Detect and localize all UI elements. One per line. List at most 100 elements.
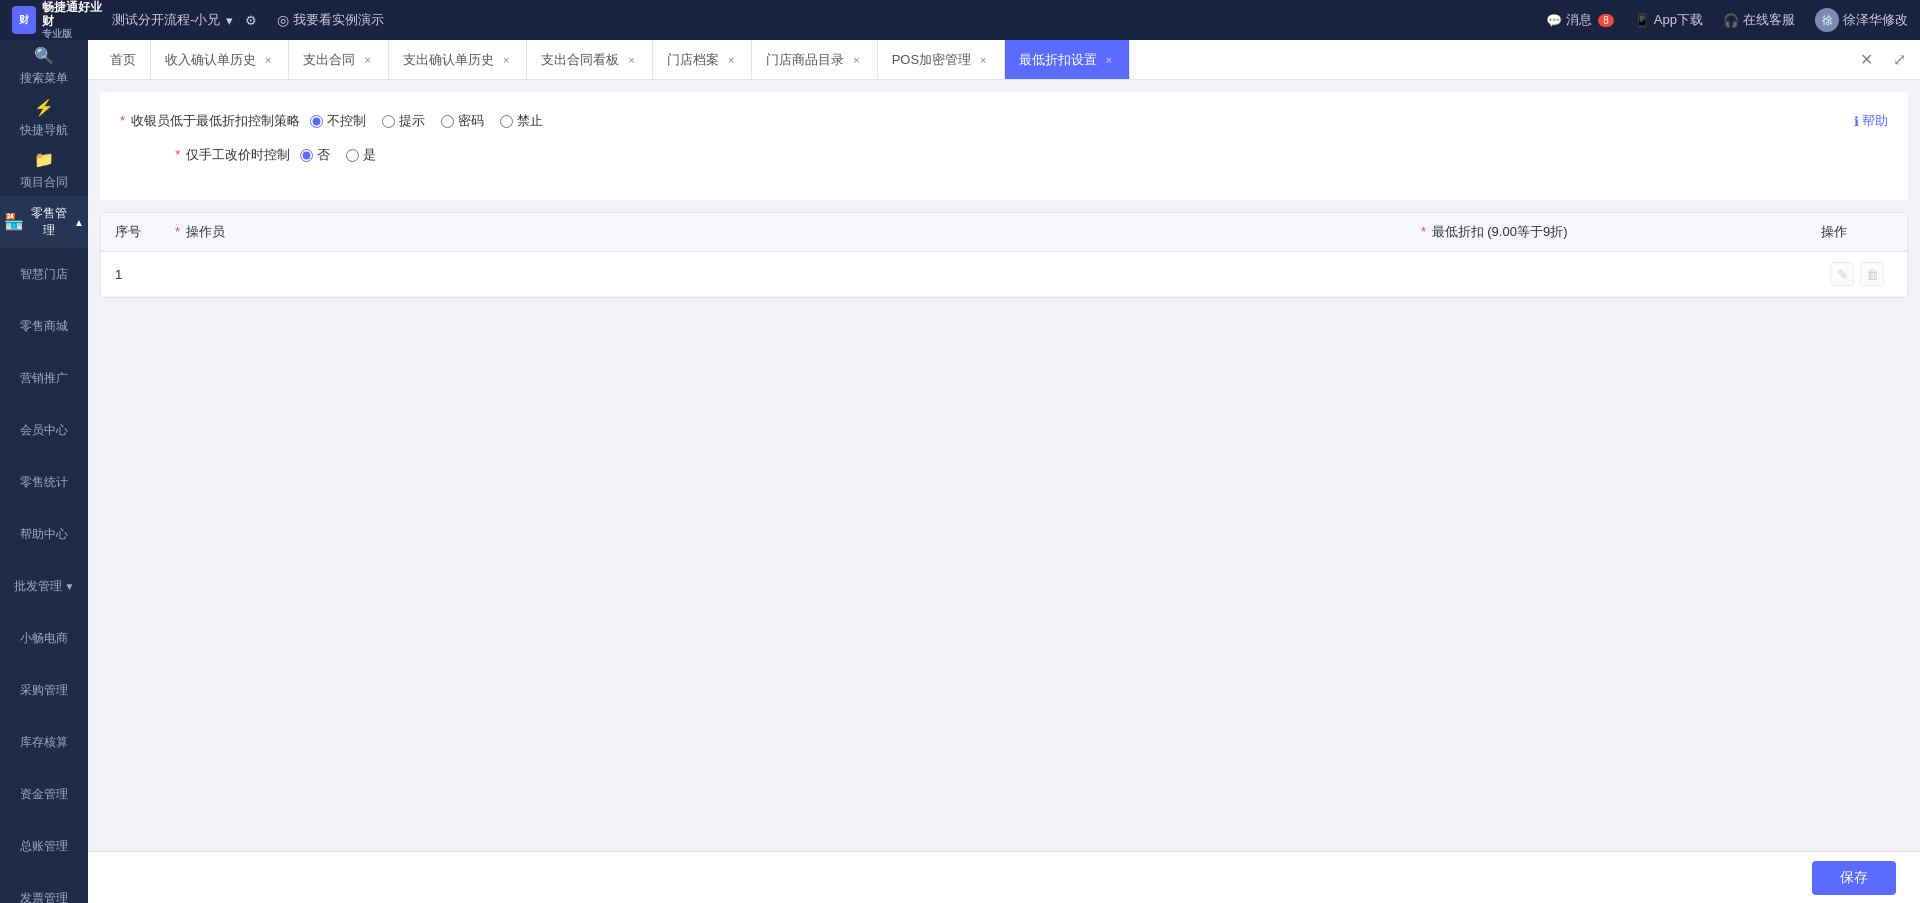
manual-price-row: * 仅手工改价时控制 否 是 <box>120 146 1888 164</box>
sidebar-item-label: 批发管理 <box>14 578 62 595</box>
sidebar-item-marketing[interactable]: 营销推广 <box>0 352 88 404</box>
radio-password-input[interactable] <box>441 115 454 128</box>
tab-store-file-label: 门店档案 <box>667 51 719 69</box>
support-icon: 🎧 <box>1723 13 1739 28</box>
tab-min-discount-close[interactable]: × <box>1103 53 1115 67</box>
radio-yes-label: 是 <box>363 146 376 164</box>
radio-no-control[interactable]: 不控制 <box>310 112 366 130</box>
tab-store-catalog-close[interactable]: × <box>850 53 862 67</box>
tab-store-catalog-label: 门店商品目录 <box>766 51 844 69</box>
bottom-bar: 保存 <box>88 851 1920 903</box>
sidebar-item-label: 营销推广 <box>20 370 68 387</box>
sidebar-item-nav[interactable]: ⚡ 快捷导航 <box>0 92 88 144</box>
sidebar-item-label: 发票管理 <box>20 890 68 904</box>
discount-table: 序号 * 操作员 * 最低折扣 (9.00等于9折) 操作 1 <box>101 213 1907 297</box>
sidebar-item-inventory[interactable]: 库存核算 <box>0 716 88 768</box>
col-discount-header: * 最低折扣 (9.00等于9折) <box>1407 213 1807 252</box>
avatar: 徐 <box>1815 8 1839 32</box>
sidebar: 🔍 搜索菜单 ⚡ 快捷导航 📁 项目合同 🏪 零售管理 ▲ 智慧门店 零售商城 … <box>0 40 88 903</box>
tab-close-all-btn[interactable]: ✕ <box>1854 48 1879 71</box>
cell-discount <box>1407 252 1807 297</box>
sidebar-item-label: 项目合同 <box>20 174 68 191</box>
support-label: 在线客服 <box>1743 11 1795 29</box>
radio-password[interactable]: 密码 <box>441 112 484 130</box>
tab-store-catalog[interactable]: 门店商品目录 × <box>752 40 877 80</box>
sidebar-item-finance[interactable]: 资金管理 <box>0 768 88 820</box>
wholesale-arrow-icon: ▼ <box>65 581 75 592</box>
tab-payment-board-label: 支出合同看板 <box>541 51 619 69</box>
tab-payment-contract[interactable]: 支出合同 × <box>289 40 388 80</box>
radio-no-label: 否 <box>317 146 330 164</box>
help-link[interactable]: ℹ 帮助 <box>1854 112 1888 130</box>
tab-payment-board[interactable]: 支出合同看板 × <box>527 40 652 80</box>
tab-income-confirm[interactable]: 收入确认单历史 × <box>151 40 289 80</box>
sidebar-item-member[interactable]: 会员中心 <box>0 404 88 456</box>
radio-hint[interactable]: 提示 <box>382 112 425 130</box>
tab-payment-confirm-close[interactable]: × <box>500 53 512 67</box>
sidebar-item-label: 智慧门店 <box>20 266 68 283</box>
tab-pos-password[interactable]: POS加密管理 × <box>878 40 1005 80</box>
message-label: 消息 <box>1566 11 1592 29</box>
tab-payment-confirm[interactable]: 支出确认单历史 × <box>389 40 527 80</box>
radio-hint-input[interactable] <box>382 115 395 128</box>
edit-btn[interactable]: ✎ <box>1830 262 1854 286</box>
app-download-action[interactable]: 📱 App下载 <box>1634 11 1703 29</box>
sidebar-item-retail[interactable]: 🏪 零售管理 ▲ <box>0 196 88 248</box>
tab-min-discount[interactable]: 最低折扣设置 × <box>1005 40 1130 80</box>
tab-income-confirm-close[interactable]: × <box>262 53 274 67</box>
logo-icon: 财 <box>12 6 36 34</box>
sidebar-item-wholesale[interactable]: 批发管理 ▼ <box>0 560 88 612</box>
tab-pos-password-close[interactable]: × <box>977 53 989 67</box>
tab-payment-board-close[interactable]: × <box>625 53 637 67</box>
page-content: * 收银员低于最低折扣控制策略 不控制 提示 <box>88 80 1920 851</box>
sidebar-item-retail-stat[interactable]: 零售统计 <box>0 456 88 508</box>
demo-link[interactable]: ◎ 我要看实例演示 <box>277 11 384 29</box>
user-action[interactable]: 徐 徐泽华修改 <box>1815 8 1908 32</box>
message-action[interactable]: 💬 消息 8 <box>1546 11 1614 29</box>
sidebar-item-label: 总账管理 <box>20 838 68 855</box>
help-label: 帮助 <box>1862 112 1888 130</box>
tab-expand-btn[interactable]: ⤢ <box>1887 48 1912 71</box>
radio-no-control-input[interactable] <box>310 115 323 128</box>
tab-payment-confirm-label: 支出确认单历史 <box>403 51 494 69</box>
sidebar-item-purchase[interactable]: 采购管理 <box>0 664 88 716</box>
settings-icon[interactable]: ⚙ <box>245 13 257 28</box>
sidebar-item-search[interactable]: 🔍 搜索菜单 <box>0 40 88 92</box>
sidebar-item-project[interactable]: 📁 项目合同 <box>0 144 88 196</box>
sidebar-item-ecom[interactable]: 小畅电商 <box>0 612 88 664</box>
content-area: 首页 收入确认单历史 × 支出合同 × 支出确认单历史 × 支出合同看板 × 门… <box>88 40 1920 903</box>
demo-label: 我要看实例演示 <box>293 11 384 29</box>
table-body: 1 ✎ 🗑 <box>101 252 1907 297</box>
logo-text: 畅捷通好业财 专业版 <box>42 0 102 40</box>
radio-no[interactable]: 否 <box>300 146 330 164</box>
radio-forbid[interactable]: 禁止 <box>500 112 543 130</box>
project-selector[interactable]: 测试分开流程-小兄 ▾ ⚙ <box>112 11 257 29</box>
demo-circle-icon: ◎ <box>277 12 289 28</box>
sidebar-item-label: 零售管理 <box>27 205 71 239</box>
sidebar-item-smart-store[interactable]: 智慧门店 <box>0 248 88 300</box>
radio-forbid-input[interactable] <box>500 115 513 128</box>
cell-action: ✎ 🗑 <box>1807 252 1907 297</box>
radio-hint-label: 提示 <box>399 112 425 130</box>
tab-store-file-close[interactable]: × <box>725 53 737 67</box>
col-operator-header: * 操作员 <box>161 213 1407 252</box>
radio-yes[interactable]: 是 <box>346 146 376 164</box>
sidebar-item-retail-mall[interactable]: 零售商城 <box>0 300 88 352</box>
radio-no-control-label: 不控制 <box>327 112 366 130</box>
radio-no-input[interactable] <box>300 149 313 162</box>
radio-forbid-label: 禁止 <box>517 112 543 130</box>
tab-payment-contract-close[interactable]: × <box>361 53 373 67</box>
sidebar-item-label: 库存核算 <box>20 734 68 751</box>
tab-home[interactable]: 首页 <box>96 40 151 80</box>
table-header-row: 序号 * 操作员 * 最低折扣 (9.00等于9折) 操作 <box>101 213 1907 252</box>
tab-store-file[interactable]: 门店档案 × <box>653 40 752 80</box>
delete-btn[interactable]: 🗑 <box>1860 262 1884 286</box>
online-support-action[interactable]: 🎧 在线客服 <box>1723 11 1795 29</box>
sidebar-item-invoice[interactable]: 发票管理 <box>0 872 88 903</box>
tab-home-label: 首页 <box>110 51 136 69</box>
save-button[interactable]: 保存 <box>1812 861 1896 895</box>
radio-yes-input[interactable] <box>346 149 359 162</box>
manual-price-radio-group: 否 是 <box>300 146 376 164</box>
sidebar-item-ledger[interactable]: 总账管理 <box>0 820 88 872</box>
sidebar-item-help[interactable]: 帮助中心 <box>0 508 88 560</box>
